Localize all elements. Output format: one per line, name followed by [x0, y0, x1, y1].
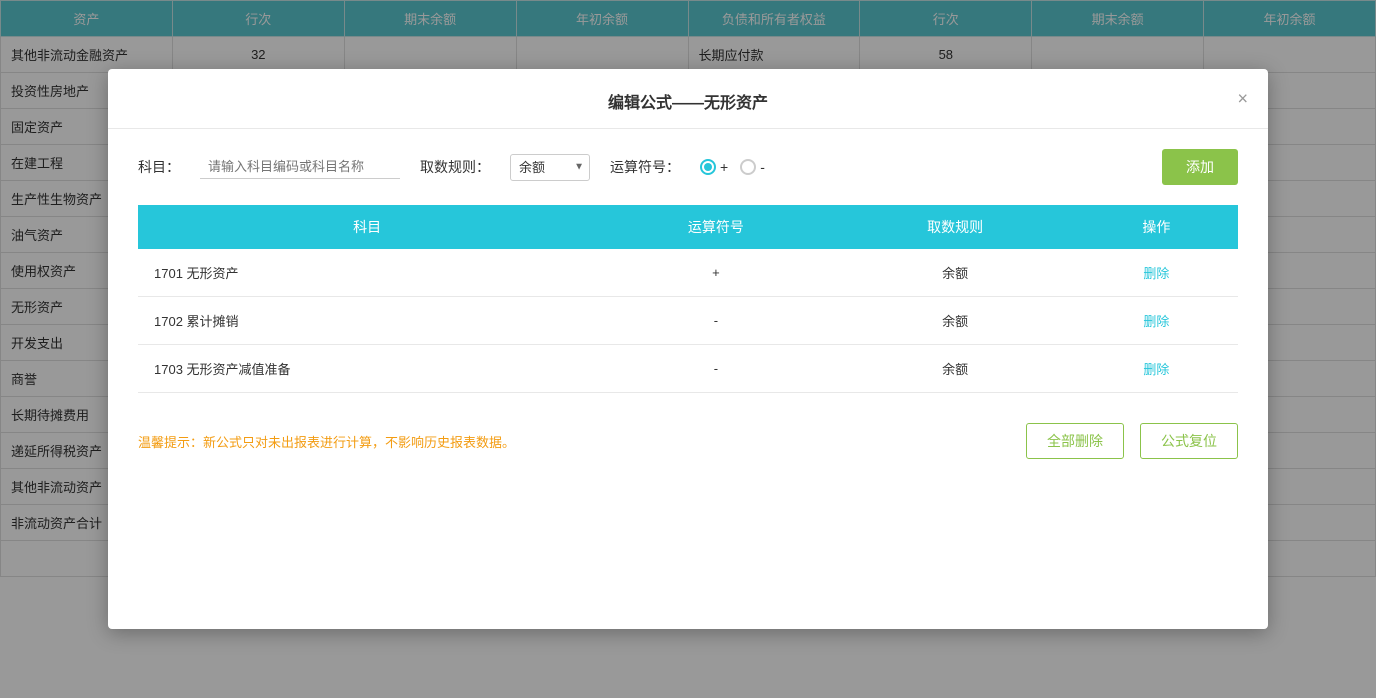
add-button[interactable]: 添加 — [1162, 149, 1238, 185]
formula-operator-cell: + — [596, 249, 835, 297]
footer-button-group: 全部删除 公式复位 — [1026, 423, 1238, 459]
formula-rule-cell: 余额 — [836, 297, 1075, 345]
plus-radio-circle — [700, 159, 716, 175]
formula-action-cell: 删除 — [1075, 297, 1238, 345]
formula-header-cell: 科目 — [138, 205, 596, 249]
formula-subject-cell: 1701 无形资产 — [138, 249, 596, 297]
modal-overlay: 编辑公式——无形资产 × 科目： 取数规则： 余额 借方 贷方 ▼ 运算符号： … — [0, 0, 1376, 698]
formula-table-body: 1701 无形资产+余额删除1702 累计摊销-余额删除1703 无形资产减值准… — [138, 249, 1238, 393]
formula-operator-cell: - — [596, 297, 835, 345]
modal-footer: 温馨提示：新公式只对未出报表进行计算，不影响历史报表数据。 全部删除 公式复位 — [108, 393, 1268, 469]
formula-operator-cell: - — [596, 345, 835, 393]
formula-header-cell: 操作 — [1075, 205, 1238, 249]
formula-action-cell: 删除 — [1075, 345, 1238, 393]
operator-minus-radio[interactable]: - — [740, 159, 765, 175]
operator-radio-group: + - — [700, 159, 765, 175]
formula-header-cell: 运算符号 — [596, 205, 835, 249]
reset-formula-button[interactable]: 公式复位 — [1140, 423, 1238, 459]
formula-subject-cell: 1703 无形资产减值准备 — [138, 345, 596, 393]
operator-plus-radio[interactable]: + — [700, 159, 728, 175]
formula-table: 科目运算符号取数规则操作 1701 无形资产+余额删除1702 累计摊销-余额删… — [138, 205, 1238, 393]
delete-row-link[interactable]: 删除 — [1143, 362, 1169, 377]
minus-radio-circle — [740, 159, 756, 175]
rule-label: 取数规则： — [420, 157, 490, 177]
minus-radio-label: - — [760, 159, 765, 175]
delete-row-link[interactable]: 删除 — [1143, 314, 1169, 329]
formula-rule-cell: 余额 — [836, 345, 1075, 393]
formula-header-cell: 取数规则 — [836, 205, 1075, 249]
formula-table-row: 1703 无形资产减值准备-余额 删除 — [138, 345, 1238, 393]
delete-all-button[interactable]: 全部删除 — [1026, 423, 1124, 459]
modal-close-button[interactable]: × — [1237, 88, 1248, 109]
formula-table-row: 1702 累计摊销-余额 删除 — [138, 297, 1238, 345]
data-table-section: 科目运算符号取数规则操作 1701 无形资产+余额删除1702 累计摊销-余额删… — [108, 205, 1268, 393]
rule-select-wrapper[interactable]: 余额 借方 贷方 ▼ — [510, 154, 590, 181]
delete-row-link[interactable]: 删除 — [1143, 266, 1169, 281]
formula-table-row: 1701 无形资产+余额 删除 — [138, 249, 1238, 297]
formula-subject-cell: 1702 累计摊销 — [138, 297, 596, 345]
modal-dialog: 编辑公式——无形资产 × 科目： 取数规则： 余额 借方 贷方 ▼ 运算符号： … — [108, 69, 1268, 629]
operator-label: 运算符号： — [610, 157, 680, 177]
form-row: 科目： 取数规则： 余额 借方 贷方 ▼ 运算符号： + - — [108, 129, 1268, 205]
subject-label: 科目： — [138, 157, 180, 177]
plus-radio-label: + — [720, 159, 728, 175]
footer-hint: 温馨提示：新公式只对未出报表进行计算，不影响历史报表数据。 — [138, 432, 515, 451]
formula-action-cell: 删除 — [1075, 249, 1238, 297]
rule-select[interactable]: 余额 借方 贷方 — [510, 154, 590, 181]
subject-input[interactable] — [200, 155, 400, 179]
formula-table-header: 科目运算符号取数规则操作 — [138, 205, 1238, 249]
formula-rule-cell: 余额 — [836, 249, 1075, 297]
modal-header: 编辑公式——无形资产 × — [108, 69, 1268, 129]
modal-title: 编辑公式——无形资产 — [608, 95, 768, 112]
